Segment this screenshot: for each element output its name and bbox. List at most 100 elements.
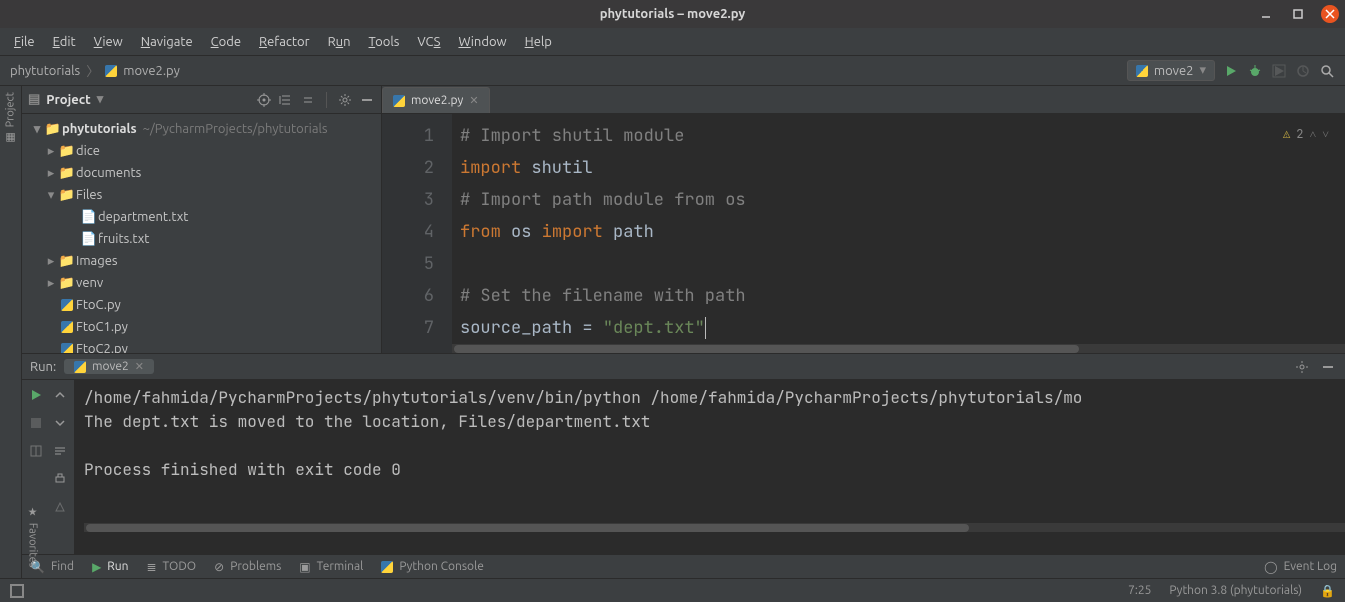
menu-code[interactable]: Code xyxy=(205,33,247,51)
expand-all-icon[interactable] xyxy=(278,92,294,108)
gear-icon[interactable] xyxy=(337,92,353,108)
run-config-name: move2 xyxy=(1154,64,1194,78)
run-console-output[interactable]: /home/fahmida/PycharmProjects/phytutoria… xyxy=(74,380,1345,554)
tree-root[interactable]: ▾📁phytutorials~/PycharmProjects/phytutor… xyxy=(22,118,381,140)
status-bar: 7:25 Python 3.8 (phytutorials) 🔒 xyxy=(0,578,1345,602)
python-icon xyxy=(381,561,393,573)
interpreter-label[interactable]: Python 3.8 (phytutorials) xyxy=(1169,584,1302,597)
editor-tab-label: move2.py xyxy=(411,94,463,107)
profile-button[interactable] xyxy=(1295,63,1311,79)
close-button[interactable] xyxy=(1321,5,1339,23)
window-titlebar: phytutorials – move2.py xyxy=(0,0,1345,28)
terminal-icon: ▣ xyxy=(299,560,310,574)
tool-tab-todo[interactable]: ≣TODO xyxy=(146,560,196,574)
chevron-down-icon[interactable]: ▾ xyxy=(97,92,104,107)
editor-tab-move2[interactable]: move2.py ✕ xyxy=(382,87,490,113)
menu-run[interactable]: Run xyxy=(322,33,357,51)
hide-tool-window-icon[interactable] xyxy=(1319,358,1337,376)
list-icon: ≣ xyxy=(146,560,156,574)
gear-icon[interactable] xyxy=(1293,358,1311,376)
menu-edit[interactable]: Edit xyxy=(47,33,82,51)
tree-file-ftoc2[interactable]: FtoC2.py xyxy=(22,338,381,353)
scroll-down-icon[interactable] xyxy=(51,414,69,432)
debug-button[interactable] xyxy=(1247,63,1263,79)
menu-tools[interactable]: Tools xyxy=(363,33,406,51)
menu-help[interactable]: Help xyxy=(519,33,558,51)
tool-tab-python-console[interactable]: Python Console xyxy=(381,560,484,573)
code-editor[interactable]: 1234567 ⚠ 2 ˄ ˅ # Import shutil module i… xyxy=(382,114,1345,353)
clear-all-icon[interactable] xyxy=(51,498,69,516)
close-tab-icon[interactable]: ✕ xyxy=(469,94,478,107)
project-tool-header: ▤ Project ▾ xyxy=(22,86,381,114)
project-tree[interactable]: ▾📁phytutorials~/PycharmProjects/phytutor… xyxy=(22,114,381,353)
editor-tab-bar: move2.py ✕ xyxy=(382,86,1345,114)
project-tool-title[interactable]: Project xyxy=(46,93,90,107)
hide-tool-window-icon[interactable] xyxy=(359,92,375,108)
editor-horizontal-scrollbar[interactable] xyxy=(452,343,1345,353)
python-file-icon xyxy=(105,65,117,77)
stop-button[interactable] xyxy=(27,414,45,432)
sidebar-tab-project[interactable]: ▦Project xyxy=(4,92,17,144)
run-tab[interactable]: move2 ✕ xyxy=(64,359,154,374)
soft-wrap-icon[interactable] xyxy=(51,442,69,460)
tree-file-ftoc[interactable]: FtoC.py xyxy=(22,294,381,316)
tool-tab-terminal[interactable]: ▣Terminal xyxy=(299,560,363,574)
chevron-down-icon: ▾ xyxy=(1199,63,1206,78)
inspection-widget[interactable]: ⚠ 2 ˄ ˅ xyxy=(1283,118,1329,150)
tree-file-fruits[interactable]: 📄fruits.txt xyxy=(22,228,381,250)
tool-tab-event-log[interactable]: ◯Event Log xyxy=(1264,560,1337,574)
window-title: phytutorials – move2.py xyxy=(600,7,746,21)
menu-file[interactable]: File xyxy=(8,33,41,51)
tree-file-department[interactable]: 📄department.txt xyxy=(22,206,381,228)
python-file-icon xyxy=(1136,65,1148,77)
tree-folder-files[interactable]: ▾📁Files xyxy=(22,184,381,206)
menu-navigate[interactable]: Navigate xyxy=(135,33,199,51)
warning-icon: ⚠ xyxy=(1283,118,1290,150)
tool-tab-problems[interactable]: ⊘Problems xyxy=(214,560,281,574)
collapse-all-icon[interactable] xyxy=(300,92,316,108)
layout-settings-icon[interactable] xyxy=(27,442,45,460)
chevron-up-icon[interactable]: ˄ xyxy=(1309,118,1316,150)
caret-position[interactable]: 7:25 xyxy=(1128,584,1151,597)
tree-file-ftoc1[interactable]: FtoC1.py xyxy=(22,316,381,338)
menu-refactor[interactable]: Refactor xyxy=(253,33,316,51)
project-tool-window: ▤ Project ▾ ▾📁phytutorials~/PycharmProje… xyxy=(22,86,382,353)
run-button[interactable] xyxy=(1223,63,1239,79)
menu-window[interactable]: Window xyxy=(452,33,512,51)
print-icon[interactable] xyxy=(51,470,69,488)
search-everywhere-button[interactable] xyxy=(1319,63,1335,79)
tool-tab-run[interactable]: ▶Run xyxy=(92,560,128,574)
navbar-right: move2 ▾ xyxy=(1127,60,1335,81)
run-with-coverage-button[interactable] xyxy=(1271,63,1287,79)
play-icon: ▶ xyxy=(92,560,101,574)
editor-gutter: 1234567 xyxy=(382,114,452,353)
breadcrumb-root[interactable]: phytutorials xyxy=(10,64,80,78)
minimize-button[interactable] xyxy=(1257,5,1275,23)
bottom-tool-tabs: 🔍Find ▶Run ≣TODO ⊘Problems ▣Terminal Pyt… xyxy=(22,554,1345,578)
warning-count: 2 xyxy=(1296,118,1303,150)
tree-folder-dice[interactable]: ▸📁dice xyxy=(22,140,381,162)
menu-vcs[interactable]: VCS xyxy=(411,33,446,51)
lock-icon[interactable]: 🔒 xyxy=(1320,584,1335,598)
run-horizontal-scrollbar[interactable] xyxy=(84,522,1345,532)
tree-folder-images[interactable]: ▸📁Images xyxy=(22,250,381,272)
scroll-up-icon[interactable] xyxy=(51,386,69,404)
rerun-button[interactable] xyxy=(27,386,45,404)
tool-window-quick-access-icon[interactable] xyxy=(10,584,24,598)
window-controls xyxy=(1257,5,1339,23)
tree-folder-venv[interactable]: ▸📁venv xyxy=(22,272,381,294)
tree-folder-documents[interactable]: ▸📁documents xyxy=(22,162,381,184)
main-menu: File Edit View Navigate Code Refactor Ru… xyxy=(0,28,1345,56)
run-tool-label: Run: xyxy=(30,360,56,374)
sidebar-tab-favorites[interactable]: ★Favorites xyxy=(26,505,39,567)
breadcrumb-file[interactable]: move2.py xyxy=(123,64,180,78)
close-run-tab-icon[interactable]: ✕ xyxy=(135,360,144,373)
event-log-icon: ◯ xyxy=(1264,560,1277,574)
python-file-icon xyxy=(393,95,405,107)
code-area[interactable]: ⚠ 2 ˄ ˅ # Import shutil module import sh… xyxy=(452,114,1345,353)
menu-view[interactable]: View xyxy=(88,33,129,51)
locate-file-icon[interactable] xyxy=(256,92,272,108)
maximize-button[interactable] xyxy=(1289,5,1307,23)
chevron-down-icon[interactable]: ˅ xyxy=(1322,118,1329,150)
run-config-select[interactable]: move2 ▾ xyxy=(1127,60,1215,81)
